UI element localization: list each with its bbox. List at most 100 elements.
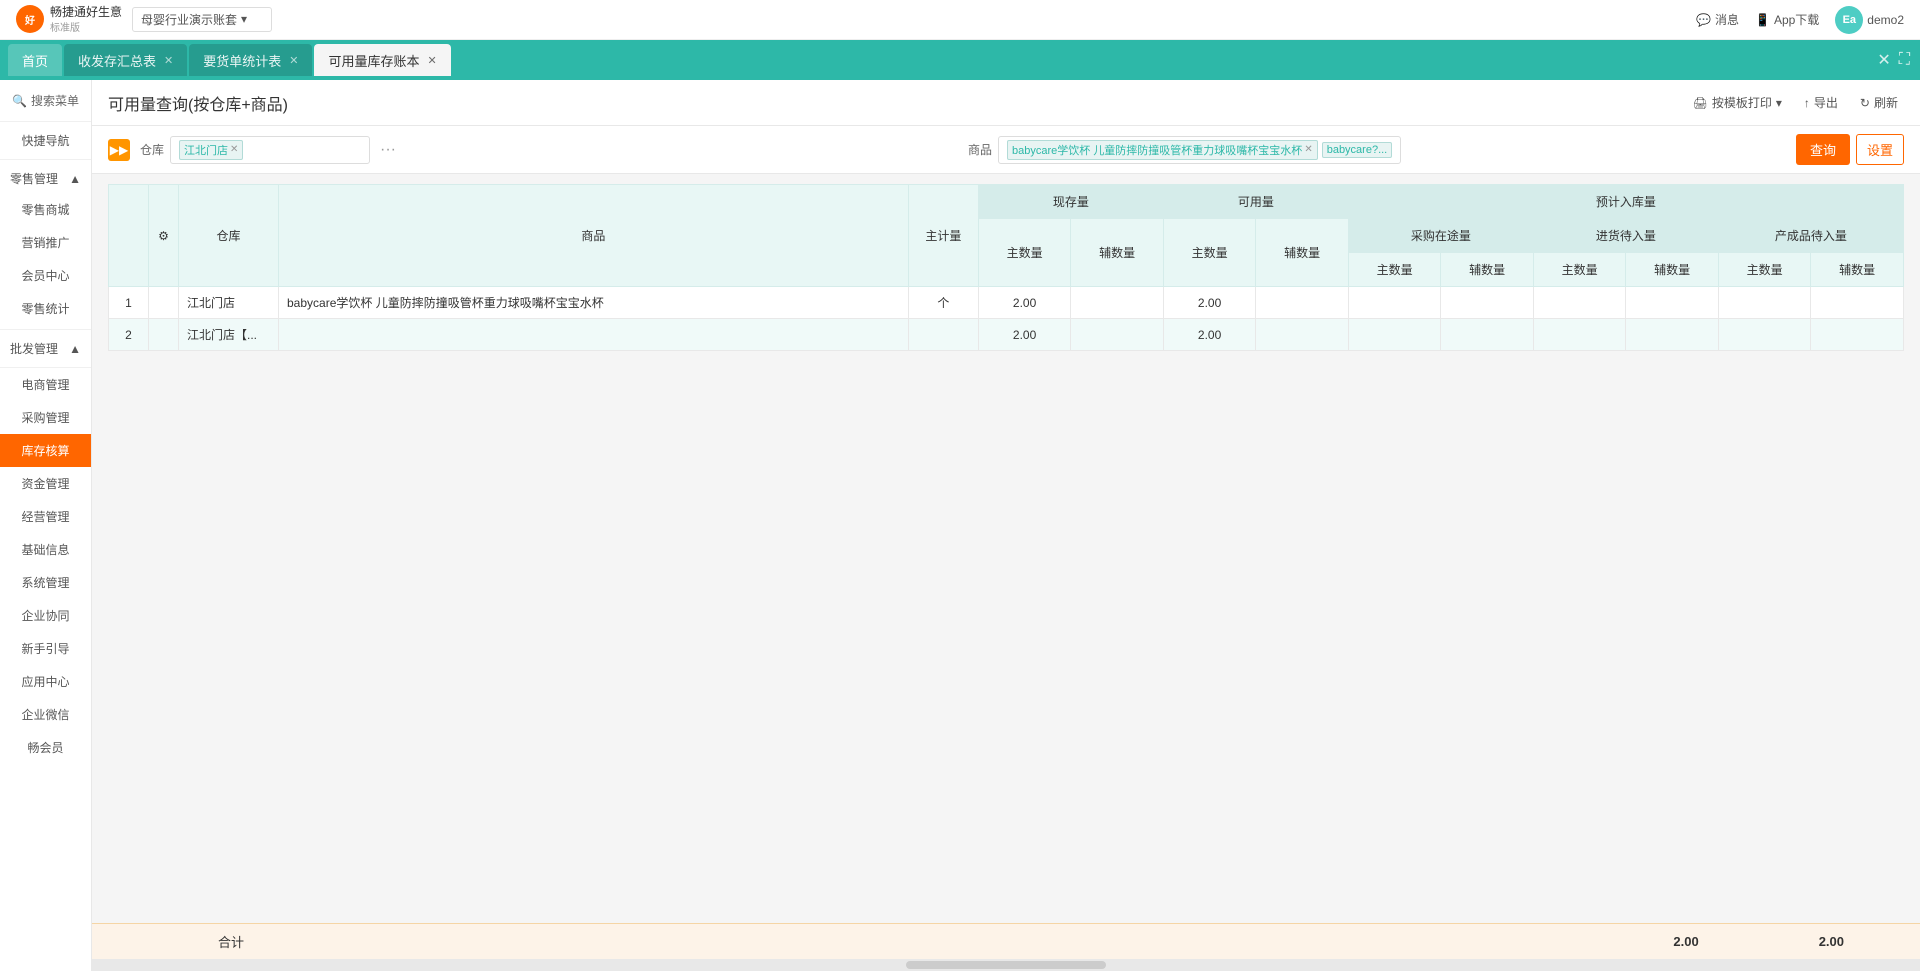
industry-selector[interactable]: 母婴行业演示账套 ▾ <box>132 7 272 32</box>
warehouse-tag: 江北门店 ✕ <box>179 140 243 160</box>
settings-gear-icon[interactable]: ⚙ <box>158 229 169 243</box>
page-title: 可用量查询(按仓库+商品) <box>108 91 288 115</box>
user-label: demo2 <box>1867 13 1904 27</box>
row1-products-aux <box>1811 287 1904 319</box>
th-goods-main: 主数量 <box>1533 253 1626 287</box>
footer-total: 合计 2.00 2.00 <box>92 923 1920 959</box>
tab-receipt-summary-label: 收发存汇总表 <box>78 51 156 70</box>
row2-num: 2 <box>109 319 149 351</box>
sidebar-item-vip[interactable]: 畅会员 <box>0 731 91 764</box>
table-row-subtotal: 2 江北门店【... 2.00 2.00 <box>109 319 1904 351</box>
row2-settings <box>149 319 179 351</box>
sidebar-item-system[interactable]: 系统管理 <box>0 566 91 599</box>
tab-available-stock[interactable]: 可用量库存账本 ✕ <box>314 44 450 76</box>
tab-receipt-summary[interactable]: 收发存汇总表 ✕ <box>64 44 187 76</box>
row1-products-main <box>1718 287 1811 319</box>
row2-stock-aux <box>1071 319 1164 351</box>
scroll-bar-thumb[interactable] <box>906 961 1106 969</box>
row2-purchase-main <box>1348 319 1441 351</box>
logo-sub: 标准版 <box>50 19 122 34</box>
product-tag1-close[interactable]: ✕ <box>1304 144 1312 155</box>
search-menu-btn[interactable]: 🔍 搜索菜单 <box>8 88 83 113</box>
top-bar-right: 💬 消息 📱 App下载 Ea demo2 <box>1696 6 1904 34</box>
row2-products-aux <box>1811 319 1904 351</box>
ecommerce-label: 电商管理 <box>21 376 69 393</box>
sidebar: 🔍 搜索菜单 快捷导航 零售管理 ▲ 零售商城 营销推广 会员中心 <box>0 80 92 971</box>
th-goods-waiting: 进货待入量 <box>1533 219 1718 253</box>
th-settings: ⚙ <box>149 185 179 287</box>
tab-available-stock-close[interactable]: ✕ <box>428 54 437 67</box>
app-download-btn[interactable]: 📱 App下载 <box>1755 11 1819 28</box>
sidebar-item-inventory[interactable]: 库存核算 <box>0 434 91 467</box>
filter-warehouse-dots[interactable]: ··· <box>376 141 400 159</box>
purchase-label: 采购管理 <box>21 409 69 426</box>
tab-order-stats-close[interactable]: ✕ <box>289 54 298 67</box>
sidebar-item-app-center[interactable]: 应用中心 <box>0 665 91 698</box>
sidebar-section-retail: 零售管理 ▲ 零售商城 营销推广 会员中心 零售统计 <box>0 160 91 330</box>
th-available: 可用量 <box>1163 185 1348 219</box>
total-stock-main: 2.00 <box>1673 934 1698 949</box>
table-container: ⚙ 仓库 商品 主计量 现存量 可用量 预计入库量 主数量 辅数量 主数量 辅数… <box>92 174 1920 923</box>
total-label: 合计 <box>108 932 304 951</box>
refresh-btn[interactable]: ↻ 刷新 <box>1854 90 1904 115</box>
nav-maximize-btn[interactable]: ⛶ <box>1899 51 1910 69</box>
row1-purchase-aux <box>1441 287 1534 319</box>
sidebar-item-enterprise[interactable]: 企业协同 <box>0 599 91 632</box>
sidebar-item-wecom[interactable]: 企业微信 <box>0 698 91 731</box>
sidebar-item-finance[interactable]: 资金管理 <box>0 467 91 500</box>
top-bar: 好 畅捷通好生意 标准版 母婴行业演示账套 ▾ 💬 消息 📱 App下载 Ea … <box>0 0 1920 40</box>
quick-nav-label: 快捷导航 <box>21 132 69 149</box>
th-rownum <box>109 185 149 287</box>
marketing-label: 营销推广 <box>21 234 69 251</box>
industry-dropdown-icon: ▾ <box>241 12 247 26</box>
tab-available-stock-label: 可用量库存账本 <box>328 51 419 70</box>
operation-label: 经营管理 <box>21 508 69 525</box>
page-header: 可用量查询(按仓库+商品) 🖨 按模板打印 ▾ ↑ 导出 ↻ 刷新 <box>92 80 1920 126</box>
product-filter-input[interactable]: babycare学饮杯 儿童防摔防撞吸管杯重力球吸嘴杯宝宝水杯 ✕ babyca… <box>998 136 1401 164</box>
warehouse-filter-label: 仓库 <box>140 141 164 158</box>
industry-label: 母婴行业演示账套 <box>141 11 237 28</box>
row2-goods-main <box>1533 319 1626 351</box>
avatar-text: Ea <box>1843 14 1856 26</box>
message-btn[interactable]: 💬 消息 <box>1696 11 1739 28</box>
warehouse-filter-input[interactable]: 江北门店 ✕ <box>170 136 370 164</box>
tab-order-stats[interactable]: 要货单统计表 ✕ <box>189 44 312 76</box>
sidebar-item-marketing[interactable]: 营销推广 <box>0 226 91 259</box>
refresh-label: 刷新 <box>1874 94 1898 111</box>
retail-mall-label: 零售商城 <box>21 201 69 218</box>
table-row: 1 江北门店 babycare学饮杯 儿童防摔防撞吸管杯重力球吸嘴杯宝宝水杯 个… <box>109 287 1904 319</box>
sidebar-section-wholesale-header[interactable]: 批发管理 ▲ <box>0 334 91 363</box>
filter-expand-btn[interactable]: ▶▶ <box>108 139 130 161</box>
user-area[interactable]: Ea demo2 <box>1835 6 1904 34</box>
sidebar-item-operation[interactable]: 经营管理 <box>0 500 91 533</box>
filter-bar: ▶▶ 仓库 江北门店 ✕ ··· 商品 babycare学饮杯 儿童防摔防撞吸管… <box>92 126 1920 174</box>
warehouse-tag-close[interactable]: ✕ <box>230 144 238 155</box>
tab-receipt-summary-close[interactable]: ✕ <box>164 54 173 67</box>
sidebar-item-retail-stats[interactable]: 零售统计 <box>0 292 91 325</box>
template-print-btn[interactable]: 🖨 按模板打印 ▾ <box>1687 90 1788 115</box>
sidebar-item-member[interactable]: 会员中心 <box>0 259 91 292</box>
settings-btn[interactable]: 设置 <box>1856 134 1904 165</box>
avatar: Ea <box>1835 6 1863 34</box>
nav-close-btn[interactable]: ✕ <box>1877 50 1890 70</box>
row1-goods-aux <box>1626 287 1719 319</box>
sidebar-quick-nav: 快捷导航 <box>0 122 91 160</box>
app-center-label: 应用中心 <box>21 673 69 690</box>
row1-goods-main <box>1533 287 1626 319</box>
export-label: 导出 <box>1814 94 1838 111</box>
query-btn[interactable]: 查询 <box>1796 134 1850 165</box>
row2-purchase-aux <box>1441 319 1534 351</box>
logo-icon: 好 <box>16 5 44 33</box>
retail-stats-label: 零售统计 <box>21 300 69 317</box>
sidebar-item-quick-nav[interactable]: 快捷导航 <box>0 126 91 155</box>
sidebar-item-retail-mall[interactable]: 零售商城 <box>0 193 91 226</box>
sidebar-item-ecommerce[interactable]: 电商管理 <box>0 368 91 401</box>
enterprise-label: 企业协同 <box>21 607 69 624</box>
export-btn[interactable]: ↑ 导出 <box>1798 90 1844 115</box>
sidebar-item-newbie[interactable]: 新手引导 <box>0 632 91 665</box>
sidebar-item-purchase[interactable]: 采购管理 <box>0 401 91 434</box>
tab-home[interactable]: 首页 <box>8 44 62 76</box>
print-icon: 🖨 <box>1693 96 1708 110</box>
sidebar-section-retail-header[interactable]: 零售管理 ▲ <box>0 164 91 193</box>
sidebar-item-basic[interactable]: 基础信息 <box>0 533 91 566</box>
